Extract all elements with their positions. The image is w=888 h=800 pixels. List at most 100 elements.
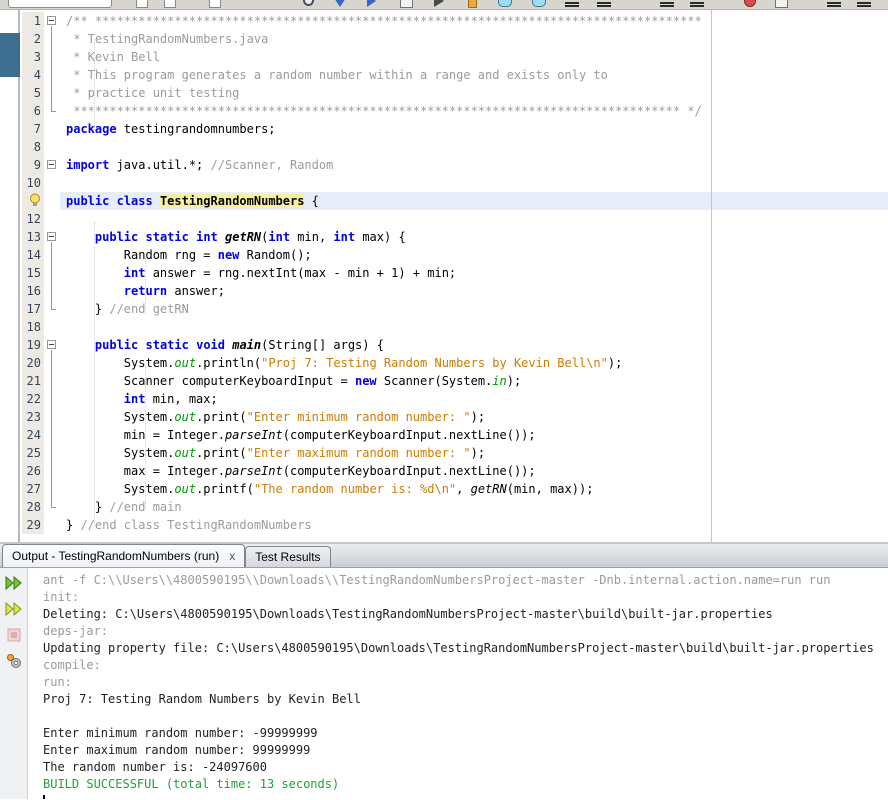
line-number[interactable]: 2 [22, 30, 44, 48]
code-line[interactable]: 1 /** ***********************************… [22, 12, 888, 31]
code-line[interactable]: 13 public static int getRN(int min, int … [22, 228, 888, 247]
code-line[interactable]: 2 * TestingRandomNumbers.java [22, 29, 888, 49]
fold-toggle-icon[interactable] [47, 16, 56, 25]
hint-lightbulb-icon[interactable] [22, 192, 44, 210]
line-number[interactable]: 7 [22, 120, 44, 138]
code-text[interactable]: * Kevin Bell [60, 48, 888, 66]
code-line[interactable]: 28 } //end main [22, 497, 888, 516]
line-number[interactable]: 6 [22, 102, 44, 120]
profile-project-icon[interactable] [468, 0, 477, 8]
line-number[interactable]: 14 [22, 246, 44, 264]
new-file-icon[interactable] [136, 0, 148, 8]
code-text[interactable]: Random rng = new Random(); [60, 246, 888, 264]
code-text[interactable]: * This program generates a random number… [60, 66, 888, 84]
line-number[interactable]: 5 [22, 84, 44, 102]
code-line[interactable]: 22 int min, max; [22, 389, 888, 409]
tab-output-testingrandomnumbers-run-[interactable]: Output - TestingRandomNumbers (run) x [2, 544, 246, 567]
line-number[interactable]: 20 [22, 354, 44, 372]
list-icon-1[interactable] [565, 0, 579, 7]
java-cup-icon[interactable] [498, 0, 512, 7]
code-line[interactable]: public class TestingRandomNumbers { [22, 192, 888, 210]
code-text[interactable]: System.out.printf("The random number is:… [60, 480, 888, 498]
code-line[interactable]: 25 System.out.print("Enter maximum rando… [22, 443, 888, 463]
code-line[interactable]: 10 [22, 174, 888, 192]
tab-test-results[interactable]: Test Results [245, 546, 331, 567]
line-number[interactable]: 1 [22, 12, 44, 30]
code-text[interactable]: return answer; [60, 282, 888, 300]
code-text[interactable]: } //end class TestingRandomNumbers [60, 516, 888, 534]
line-number[interactable]: 12 [22, 210, 44, 228]
code-line[interactable]: 23 System.out.print("Enter minimum rando… [22, 407, 888, 427]
line-number[interactable]: 22 [22, 390, 44, 408]
code-text[interactable]: package testingrandomnumbers; [60, 120, 888, 138]
run-project-icon[interactable] [434, 0, 444, 7]
open-project-icon[interactable] [209, 0, 221, 8]
code-text[interactable]: System.out.println("Proj 7: Testing Rand… [60, 354, 888, 372]
code-line[interactable]: 3 * Kevin Bell [22, 47, 888, 67]
line-number[interactable]: 10 [22, 174, 44, 192]
code-text[interactable]: ****************************************… [60, 102, 888, 120]
code-text[interactable]: Scanner computerKeyboardInput = new Scan… [60, 372, 888, 390]
line-number[interactable]: 16 [22, 282, 44, 300]
code-line[interactable]: 6 **************************************… [22, 101, 888, 120]
code-text[interactable] [60, 138, 888, 156]
rerun-with-args-icon[interactable] [3, 598, 25, 620]
fold-toggle-icon[interactable] [47, 160, 56, 169]
code-line[interactable]: 15 int answer = rng.nextInt(max - min + … [22, 263, 888, 283]
code-line[interactable]: 9 import java.util.*; //Scanner, Random [22, 156, 888, 174]
fold-toggle-icon[interactable] [47, 340, 56, 349]
code-text[interactable]: public class TestingRandomNumbers { [60, 192, 888, 210]
code-line[interactable]: 24 min = Integer.parseInt(computerKeyboa… [22, 425, 888, 445]
code-text[interactable] [60, 210, 888, 228]
code-text[interactable]: import java.util.*; //Scanner, Random [60, 156, 888, 174]
line-number[interactable]: 25 [22, 444, 44, 462]
code-line[interactable]: 5 * practice unit testing [22, 83, 888, 103]
code-line[interactable]: 8 [22, 138, 888, 156]
code-text[interactable]: public static void main(String[] args) { [60, 336, 888, 354]
code-line[interactable]: 20 System.out.println("Proj 7: Testing R… [22, 353, 888, 373]
java-cup-icon-2[interactable] [532, 0, 546, 7]
output-panel[interactable]: ant -f C:\\Users\\4800590195\\Downloads\… [0, 568, 888, 799]
code-text[interactable]: int answer = rng.nextInt(max - min + 1) … [60, 264, 888, 282]
undo-icon[interactable] [334, 0, 346, 7]
line-number[interactable]: 8 [22, 138, 44, 156]
code-line[interactable]: 7 package testingrandomnumbers; [22, 120, 888, 138]
code-editor[interactable]: 1 /** ***********************************… [22, 10, 888, 542]
code-text[interactable]: * practice unit testing [60, 84, 888, 102]
code-text[interactable]: int min, max; [60, 390, 888, 408]
line-number[interactable]: 21 [22, 372, 44, 390]
code-text[interactable]: } //end getRN [60, 300, 888, 318]
line-number[interactable]: 15 [22, 264, 44, 282]
new-project-icon[interactable] [164, 0, 176, 8]
code-text[interactable]: } //end main [60, 498, 888, 516]
config-combo[interactable] [8, 0, 112, 8]
line-number[interactable]: 4 [22, 66, 44, 84]
code-line[interactable]: 19 public static void main(String[] args… [22, 336, 888, 355]
list-icon-2[interactable] [597, 0, 611, 7]
line-number[interactable]: 28 [22, 498, 44, 516]
stop-icon[interactable] [3, 624, 25, 646]
line-number[interactable]: 3 [22, 48, 44, 66]
code-line[interactable]: 14 Random rng = new Random(); [22, 245, 888, 265]
code-text[interactable]: public static int getRN(int min, int max… [60, 228, 888, 246]
line-number[interactable]: 29 [22, 516, 44, 534]
error-status-icon[interactable] [744, 0, 756, 7]
code-line[interactable]: 29 } //end class TestingRandomNumbers [22, 516, 888, 534]
code-line[interactable]: 18 [22, 318, 888, 336]
code-text[interactable]: System.out.print("Enter minimum random n… [60, 408, 888, 426]
memory-box-icon[interactable] [775, 0, 788, 8]
code-line[interactable]: 26 max = Integer.parseInt(computerKeyboa… [22, 461, 888, 481]
line-number[interactable]: 9 [22, 156, 44, 174]
line-number[interactable]: 17 [22, 300, 44, 318]
line-number[interactable]: 24 [22, 426, 44, 444]
line-number[interactable]: 18 [22, 318, 44, 336]
code-line[interactable]: 21 Scanner computerKeyboardInput = new S… [22, 371, 888, 391]
code-text[interactable]: /** ************************************… [60, 12, 888, 30]
line-number[interactable]: 19 [22, 336, 44, 354]
code-line[interactable]: 27 System.out.printf("The random number … [22, 479, 888, 499]
code-text[interactable]: min = Integer.parseInt(computerKeyboardI… [60, 426, 888, 444]
list-icon-5[interactable] [827, 0, 841, 7]
search-icon[interactable] [303, 0, 314, 6]
close-tab-icon[interactable]: x [229, 550, 235, 562]
rerun-icon[interactable] [3, 572, 25, 594]
